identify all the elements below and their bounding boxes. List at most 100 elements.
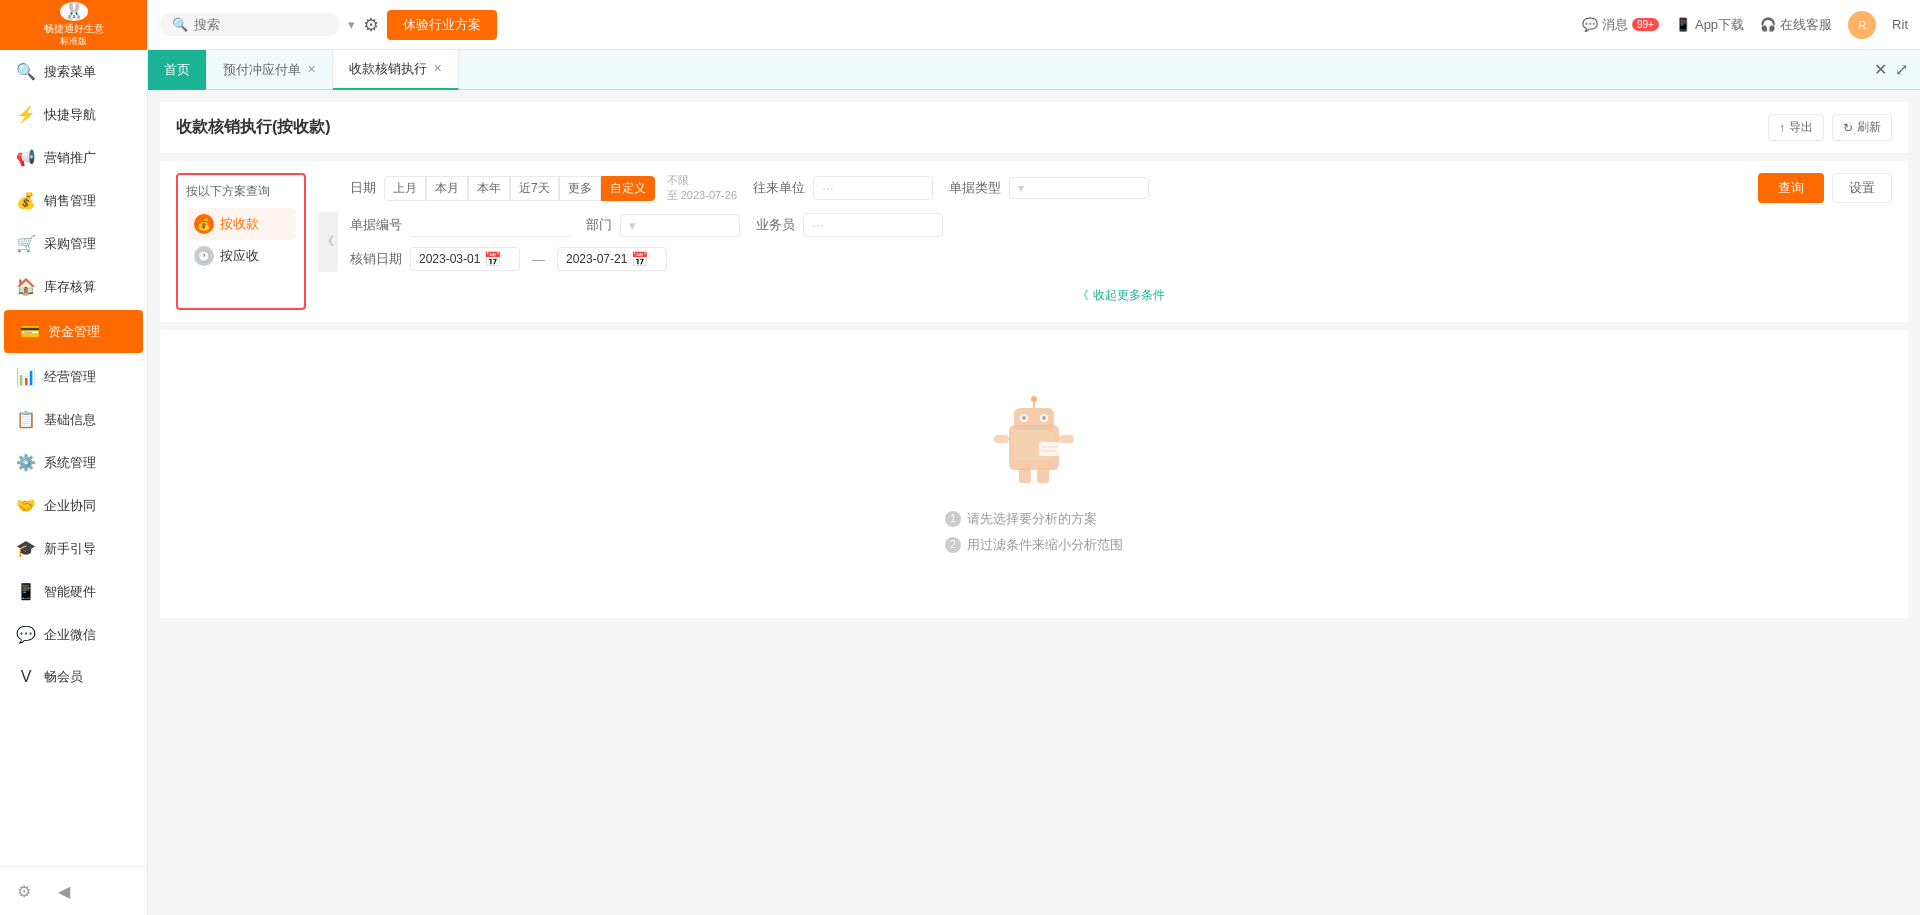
sidebar-item-warehouse[interactable]: 🏠 库存核算	[0, 265, 147, 308]
basic-info-icon: 📋	[16, 410, 36, 429]
date-tab-7days[interactable]: 近7天	[510, 176, 559, 201]
filter-option-by-receipt[interactable]: 💰 按收款	[186, 208, 296, 240]
refresh-btn[interactable]: ↻ 刷新	[1832, 114, 1892, 141]
sidebar-item-purchase[interactable]: 🛒 采购管理	[0, 222, 147, 265]
export-btn[interactable]: ↑ 导出	[1768, 114, 1824, 141]
tab-home-label: 首页	[164, 61, 190, 79]
doc-type-select[interactable]: ▾	[1009, 177, 1149, 199]
sidebar-item-label: 采购管理	[44, 235, 96, 253]
sidebar-item-system[interactable]: ⚙️ 系统管理	[0, 441, 147, 484]
main-area: 🔍 ▾ ⚙ 休验行业方案 💬 消息 99+ 📱 App下载 🎧 在线客服 R R…	[148, 0, 1920, 915]
export-icon: ↑	[1779, 121, 1785, 135]
action-buttons: 查询 设置	[1758, 173, 1892, 203]
sidebar-item-enterprise[interactable]: 🤝 企业协同	[0, 484, 147, 527]
sidebar-item-wechat[interactable]: 💬 企业微信	[0, 613, 147, 656]
staff-label: 业务员	[756, 216, 795, 234]
settings-btn[interactable]: 设置	[1832, 173, 1892, 203]
sidebar-item-guide[interactable]: 🎓 新手引导	[0, 527, 147, 570]
date-tab-more[interactable]: 更多	[559, 176, 601, 201]
verify-date-start-input[interactable]: 2023-03-01 📅	[410, 247, 520, 271]
filter-option-label: 按应收	[220, 247, 259, 265]
sidebar-item-label: 新手引导	[44, 540, 96, 558]
system-icon: ⚙️	[16, 453, 36, 472]
counterpart-label: 往来单位	[753, 179, 805, 197]
topbar-search[interactable]: 🔍	[160, 13, 340, 36]
guide-icon: 🎓	[16, 539, 36, 558]
sidebar-item-finance[interactable]: 💳 资金管理	[4, 310, 143, 353]
sidebar-item-label: 企业协同	[44, 497, 96, 515]
collapse-panel-btn[interactable]: 《	[318, 212, 338, 272]
dropdown-icon[interactable]: ▾	[348, 17, 355, 32]
dept-select[interactable]: ▾	[620, 214, 740, 237]
marketing-icon: 📢	[16, 148, 36, 167]
tabbar: 首页 预付冲应付单 ✕ 收款核销执行 ✕ ✕ ⤢	[148, 50, 1920, 90]
svg-point-5	[1022, 416, 1026, 420]
tab-home[interactable]: 首页	[148, 50, 207, 90]
page-title: 收款核销执行(按收款)	[176, 117, 331, 138]
date-unlimited: 不限	[667, 173, 737, 188]
sidebar-item-search-menu[interactable]: 🔍 搜索菜单	[0, 50, 147, 93]
tab-prepay[interactable]: 预付冲应付单 ✕	[207, 50, 333, 90]
tab-prepay-close[interactable]: ✕	[307, 63, 316, 76]
search-input[interactable]	[194, 17, 314, 32]
sidebar-collapse-btn[interactable]: ◀	[48, 875, 80, 907]
page-actions: ↑ 导出 ↻ 刷新	[1768, 114, 1892, 141]
app-logo: 🐰 畅捷通好生意 标准版	[0, 0, 147, 50]
tab-verify-close[interactable]: ✕	[433, 62, 442, 75]
messages-btn[interactable]: 💬 消息 99+	[1582, 16, 1659, 34]
svg-rect-11	[1019, 468, 1031, 483]
settings-icon[interactable]: ⚙	[363, 14, 379, 36]
tip-text-1: 请先选择要分析的方案	[967, 506, 1097, 532]
doc-no-input[interactable]	[410, 213, 570, 237]
date-tab-this-month[interactable]: 本月	[426, 176, 468, 201]
counterpart-field: 往来单位 ···	[753, 176, 933, 200]
svg-rect-13	[1039, 442, 1059, 456]
calendar-icon[interactable]: 📅	[484, 251, 501, 267]
query-btn[interactable]: 查询	[1758, 173, 1824, 203]
avatar: R	[1848, 11, 1876, 39]
tab-verify-label: 收款核销执行	[349, 60, 427, 78]
sidebar-item-quick-nav[interactable]: ⚡ 快捷导航	[0, 93, 147, 136]
sidebar-item-label: 销售管理	[44, 192, 96, 210]
verify-date-end-input[interactable]: 2023-07-21 📅	[557, 247, 667, 271]
industry-btn[interactable]: 休验行业方案	[387, 10, 497, 40]
sidebar-item-operation[interactable]: 📊 经营管理	[0, 355, 147, 398]
sidebar-item-sales[interactable]: 💰 销售管理	[0, 179, 147, 222]
app-download-btn[interactable]: 📱 App下载	[1675, 16, 1744, 34]
filter-row-2: 单据编号 部门 ▾ 业务员 ···	[350, 213, 1892, 237]
app-name: 畅捷通好生意	[44, 23, 104, 35]
sidebar-item-label: 系统管理	[44, 454, 96, 472]
calendar-icon2[interactable]: 📅	[631, 251, 648, 267]
sidebar-item-basic-info[interactable]: 📋 基础信息	[0, 398, 147, 441]
staff-select[interactable]: ···	[803, 213, 943, 237]
online-service-label: 在线客服	[1780, 16, 1832, 34]
sidebar-item-label: 基础信息	[44, 411, 96, 429]
sidebar-item-marketing[interactable]: 📢 营销推广	[0, 136, 147, 179]
maximize-btn[interactable]: ⤢	[1895, 60, 1908, 79]
close-tab-btn[interactable]: ✕	[1874, 60, 1887, 79]
tab-prepay-label: 预付冲应付单	[223, 61, 301, 79]
date-tab-custom[interactable]: 自定义	[601, 176, 655, 201]
topbar: 🔍 ▾ ⚙ 休验行业方案 💬 消息 99+ 📱 App下载 🎧 在线客服 R R…	[148, 0, 1920, 50]
filter-row-3: 核销日期 2023-03-01 📅 — 2023-07-21 📅	[350, 247, 1892, 271]
date-tab-this-year[interactable]: 本年	[468, 176, 510, 201]
counterpart-select[interactable]: ···	[813, 176, 933, 200]
dept-field: 部门 ▾	[586, 214, 740, 237]
empty-illustration	[984, 390, 1084, 490]
svg-point-6	[1042, 416, 1046, 420]
empty-tip-2: 2 用过滤条件来缩小分析范围	[945, 532, 1123, 558]
online-service-btn[interactable]: 🎧 在线客服	[1760, 16, 1832, 34]
date-tab-last-month[interactable]: 上月	[384, 176, 426, 201]
content-area: 收款核销执行(按收款) ↑ 导出 ↻ 刷新 按以下方案查询 💰 按收款	[148, 90, 1920, 915]
empty-tips: 1 请先选择要分析的方案 2 用过滤条件来缩小分析范围	[945, 506, 1123, 558]
search-icon: 🔍	[172, 17, 188, 32]
tab-verify[interactable]: 收款核销执行 ✕	[333, 50, 459, 90]
collapse-more-btn[interactable]: 《 收起更多条件	[350, 281, 1892, 310]
messages-badge: 99+	[1632, 18, 1659, 31]
sidebar-item-member[interactable]: V 畅会员	[0, 656, 147, 698]
staff-dots: ···	[812, 217, 824, 233]
dept-label: 部门	[586, 216, 612, 234]
sidebar-settings-btn[interactable]: ⚙	[8, 875, 40, 907]
sidebar-item-hardware[interactable]: 📱 智能硬件	[0, 570, 147, 613]
filter-option-by-receivable[interactable]: 🕐 按应收	[186, 240, 296, 272]
